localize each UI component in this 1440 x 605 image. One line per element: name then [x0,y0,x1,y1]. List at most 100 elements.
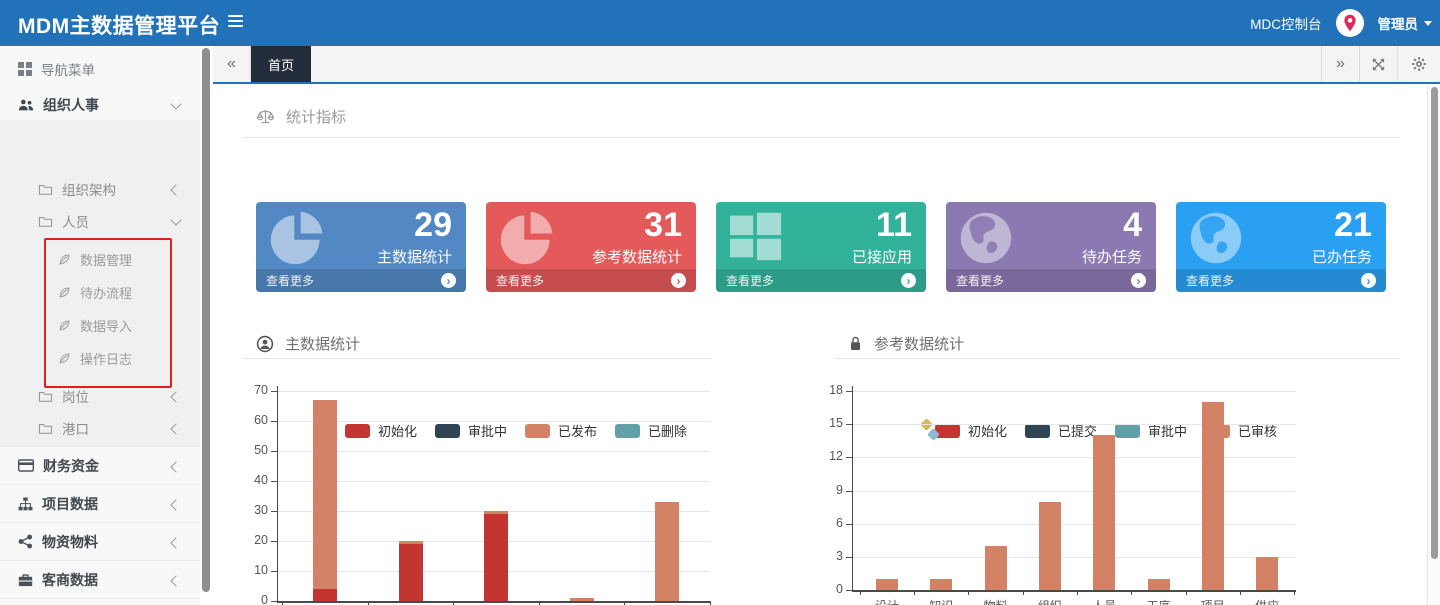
view-more-link[interactable]: 查看更多 [726,272,774,289]
stat-label: 参考数据统计 [591,249,682,266]
settings-button[interactable] [1397,46,1440,82]
mdm-dashboard-page: MDM主数据管理平台 MDC控制台 管理员 导航菜单 组织人事 组织架构 人员 … [0,0,1440,605]
stat-label: 主数据统计 [376,249,452,266]
view-more-link[interactable]: 查看更多 [266,272,314,289]
stat-card-pending-tasks[interactable]: 4 待办任务 查看更多 › [946,202,1156,292]
page-scrollbar-thumb[interactable] [1431,87,1438,559]
legend-item[interactable]: 已提交 [1025,421,1097,440]
sidebar-item-personnel[interactable]: 人员 [0,206,200,236]
scale-icon [256,110,275,124]
sidebar-item-materials[interactable]: 物资物料 [0,522,200,560]
arrow-circle-icon: › [1131,273,1146,288]
chevron-down-icon [1424,20,1432,26]
legend-item[interactable]: 初始化 [345,421,417,440]
stat-label: 已接应用 [851,249,912,266]
sidebar-item-org-hr[interactable]: 组织人事 [0,90,200,120]
chevron-down-icon [170,98,182,110]
sidebar-item-label: 数据导入 [80,318,133,334]
stat-label: 已办任务 [1311,249,1372,266]
sidebar-scrollbar-track[interactable] [200,46,212,605]
sidebar-item-org-structure[interactable]: 组织架构 [0,174,200,204]
view-more-link[interactable]: 查看更多 [956,272,1004,289]
stat-label: 待办任务 [1081,249,1142,266]
legend-item[interactable]: 初始化 [935,421,1007,440]
legend-item[interactable]: 已发布 [525,421,597,440]
view-more-link[interactable]: 查看更多 [1186,272,1234,289]
chevron-left-icon [170,423,182,435]
stat-card-master-data[interactable]: 29 主数据统计 查看更多 › [256,202,466,292]
user-circle-icon [256,335,274,352]
fullscreen-button[interactable] [1359,46,1397,82]
leaf-icon [59,320,70,331]
legend-item[interactable]: 已审核 [1205,421,1277,440]
stat-card-completed-tasks[interactable]: 21 已办任务 查看更多 › [1176,202,1386,292]
chevron-left-icon [170,391,182,403]
sidebar-item-pending-flow[interactable]: 待办流程 [0,277,200,307]
users-icon [18,99,34,111]
card-footer[interactable]: 查看更多 › [716,269,926,292]
sidebar-item-label: 数据管理 [80,252,133,268]
leaf-icon [59,254,70,265]
tab-home[interactable]: 首页 [251,46,312,82]
card-footer[interactable]: 查看更多 › [946,269,1156,292]
briefcase-icon [18,573,33,586]
sidebar-scrollbar-thumb[interactable] [202,48,210,592]
tab-bar: « 首页 » [213,46,1440,84]
avatar[interactable] [1335,9,1364,37]
divider [242,358,712,359]
chevron-down-icon [170,214,182,226]
grid-icon [18,62,32,76]
legend-item[interactable]: 审批中 [435,421,507,440]
sidebar-item-fixed-assets[interactable]: 固定资产 [0,598,200,605]
chart-legend: 初始化 审批中 已发布 已删除 [345,421,687,440]
top-header: MDM主数据管理平台 MDC控制台 管理员 [0,0,1440,46]
divider [242,137,1400,138]
sidebar-item-label: 人员 [62,215,89,230]
windows-icon [728,210,784,267]
sidebar-item-position[interactable]: 岗位 [0,381,200,411]
sidebar-item-label: 物资物料 [42,533,98,550]
expand-icon [1372,58,1385,70]
mdc-console-link[interactable]: MDC控制台 [1250,13,1321,33]
tabs-scroll-right-button[interactable]: » [1321,46,1359,82]
sidebar-item-label: 组织架构 [62,183,116,198]
stat-value: 4 [1123,206,1142,244]
view-more-link[interactable]: 查看更多 [496,272,544,289]
sidebar-item-operation-log[interactable]: 操作日志 [0,343,200,373]
globe-icon [1188,210,1244,271]
sidebar-item-project-data[interactable]: 项目数据 [0,484,200,522]
globe-icon [958,210,1014,271]
reference-data-chart-header: 参考数据统计 [848,333,964,354]
legend-item[interactable]: 审批中 [1115,421,1187,440]
tabs-scroll-left-button[interactable]: « [213,46,251,82]
hamburger-menu-icon[interactable] [228,15,243,28]
sidebar-item-data-import[interactable]: 数据导入 [0,310,200,340]
sidebar: 导航菜单 组织人事 组织架构 人员 数据管理 待办流程 数据导入 操作日志 岗位… [0,46,201,605]
stat-card-connected-apps[interactable]: 11 已接应用 查看更多 › [716,202,926,292]
folder-icon [38,184,53,195]
legend-item[interactable]: 已删除 [615,421,687,440]
gear-icon [1412,57,1426,71]
chevron-left-icon [170,461,182,473]
user-menu[interactable]: 管理员 [1377,13,1432,33]
sidebar-item-data-management[interactable]: 数据管理 [0,244,200,274]
sidebar-item-finance[interactable]: 财务资金 [0,446,200,484]
user-name: 管理员 [1377,17,1419,32]
sidebar-item-port[interactable]: 港口 [0,413,200,443]
sidebar-item-vendor-data[interactable]: 客商数据 [0,560,200,598]
chart-title: 主数据统计 [285,336,361,353]
card-footer[interactable]: 查看更多 › [1176,269,1386,292]
sidebar-item-label: 岗位 [62,390,89,405]
folder-icon [38,423,53,434]
stat-value: 11 [876,206,912,244]
card-footer[interactable]: 查看更多 › [256,269,466,292]
stat-value: 31 [644,206,682,244]
stat-card-reference-data[interactable]: 31 参考数据统计 查看更多 › [486,202,696,292]
sidebar-item-label: 操作日志 [80,351,133,367]
arrow-circle-icon: › [1361,273,1376,288]
chevron-left-icon [170,499,182,511]
arrow-circle-icon: › [671,273,686,288]
sidebar-item-label: 客商数据 [42,571,98,588]
page-scrollbar-track[interactable] [1427,86,1440,605]
card-footer[interactable]: 查看更多 › [486,269,696,292]
